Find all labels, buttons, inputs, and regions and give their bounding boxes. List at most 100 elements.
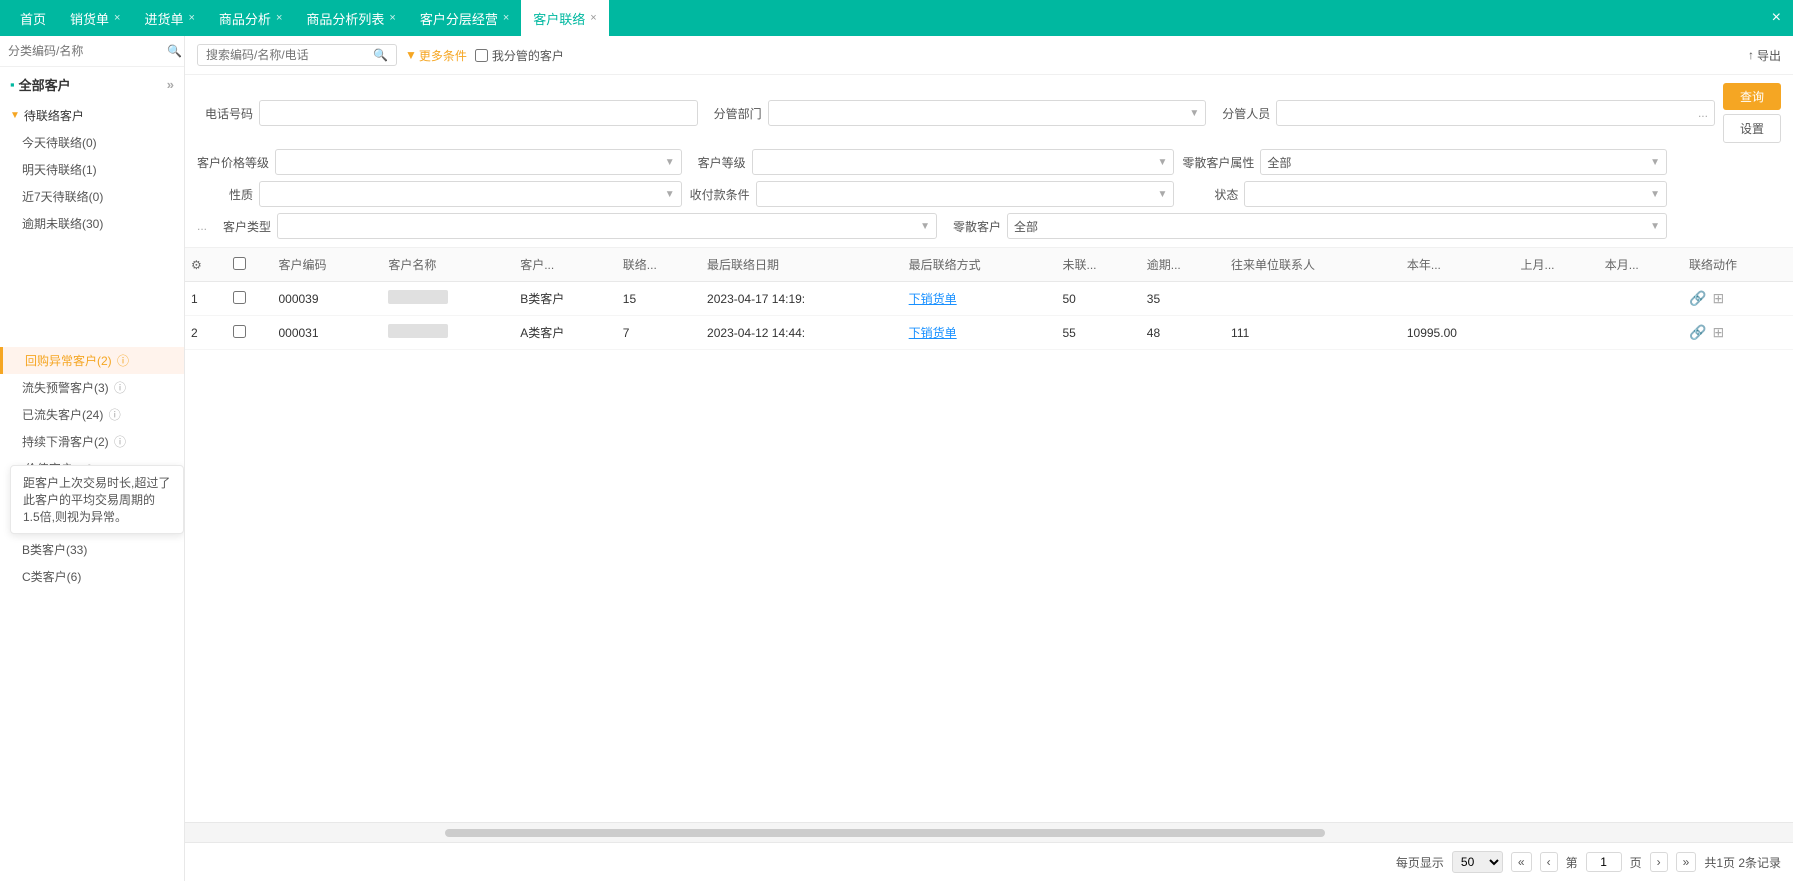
sidebar-collapse-icon[interactable]: » xyxy=(167,77,174,92)
per-page-select[interactable]: 20 50 100 xyxy=(1452,851,1503,873)
phone-label: 电话号码 xyxy=(197,105,253,122)
row2-link-icon[interactable]: 🔗 xyxy=(1689,324,1706,341)
price-grade-select[interactable]: ▼ xyxy=(275,149,682,175)
row1-grid-icon[interactable]: ⊞ xyxy=(1712,290,1724,307)
more-conditions-button[interactable]: ▼ 更多条件 xyxy=(405,47,467,64)
dept-select-arrow: ▼ xyxy=(1189,108,1199,119)
row2-grid-icon[interactable]: ⊞ xyxy=(1712,324,1724,341)
main-search-input[interactable] xyxy=(206,48,373,62)
sidebar-item-continuous-down[interactable]: 持续下滑客户(2) ⓘ xyxy=(0,428,184,455)
customer-type-label: 客户类型 xyxy=(215,218,271,235)
first-page-button[interactable]: « xyxy=(1511,852,1532,872)
nav-purchase-order[interactable]: 进货单 × xyxy=(132,0,206,36)
col-this-month: 本月... xyxy=(1599,248,1683,282)
phone-input[interactable] xyxy=(259,100,698,126)
per-page-label: 每页显示 xyxy=(1396,854,1444,871)
prev-page-button[interactable]: ‹ xyxy=(1540,852,1558,872)
export-button[interactable]: ↑ 导出 xyxy=(1748,47,1781,64)
retail-attr-label: 零散客户属性 xyxy=(1182,154,1254,171)
gender-select[interactable]: ▼ xyxy=(259,181,682,207)
payment-label: 收付款条件 xyxy=(690,186,750,203)
col-last-contact-method: 最后联络方式 xyxy=(903,248,1057,282)
sidebar-group-pending[interactable]: ▼ 待联络客户 xyxy=(0,102,184,129)
sidebar-search-input[interactable] xyxy=(8,44,163,58)
page-number-input[interactable] xyxy=(1586,852,1622,872)
col-customer-type: 客户... xyxy=(514,248,617,282)
row2-index: 2 xyxy=(185,316,227,350)
query-button[interactable]: 查询 xyxy=(1723,83,1781,110)
settings-icon[interactable]: ⚙ xyxy=(191,258,202,272)
nav-sales-order[interactable]: 销货单 × xyxy=(58,0,132,36)
close-product-analysis-icon[interactable]: × xyxy=(276,12,282,24)
content-area: 🔍 ▼ 更多条件 我分管的客户 ↑ 导出 电话号码 xyxy=(185,36,1793,881)
sidebar-search-icon[interactable]: 🔍 xyxy=(167,44,182,58)
close-customer-contact-icon[interactable]: × xyxy=(590,12,596,24)
row2-last-date: 2023-04-12 14:44: xyxy=(701,316,903,350)
tooltip-abnormal: 距客户上次交易时长,超过了此客户的平均交易周期的1.5倍,则视为异常。 xyxy=(10,465,184,534)
total-info: 共1页 2条记录 xyxy=(1704,854,1781,871)
customer-type-select[interactable]: ▼ xyxy=(277,213,937,239)
pagination-bar: 每页显示 20 50 100 « ‹ 第 页 › » 共1页 2条记录 xyxy=(185,842,1793,881)
row1-link-icon[interactable]: 🔗 xyxy=(1689,290,1706,307)
close-customer-tier-icon[interactable]: × xyxy=(503,12,509,24)
retail-customer-select[interactable]: 全部 ▼ xyxy=(1007,213,1667,239)
retail-attr-select[interactable]: 全部 ▼ xyxy=(1260,149,1667,175)
row1-last-method-link[interactable]: 下销货单 xyxy=(909,292,957,306)
sidebar-item-tomorrow-pending[interactable]: 明天待联络(1) xyxy=(0,156,184,183)
my-customer-checkbox-area[interactable]: 我分管的客户 xyxy=(475,47,564,64)
sidebar-item-abnormal-repurchase[interactable]: 回购异常客户(2) ⓘ xyxy=(0,347,184,374)
col-this-year: 本年... xyxy=(1401,248,1515,282)
horizontal-scrollbar[interactable] xyxy=(185,822,1793,842)
select-all-checkbox[interactable] xyxy=(233,257,246,270)
sidebar-all-customers[interactable]: ▪ 全部客户 » xyxy=(0,67,184,102)
col-settings[interactable]: ⚙ xyxy=(185,248,227,282)
row1-select-checkbox[interactable] xyxy=(233,291,246,304)
row1-last-method: 下销货单 xyxy=(903,282,1057,316)
nav-product-analysis-list[interactable]: 商品分析列表 × xyxy=(294,0,407,36)
table-container: ⚙ 客户编码 客户名称 客户... 联络... 最后联络日期 最后联络方式 未联… xyxy=(185,248,1793,822)
row2-name xyxy=(382,316,514,350)
sidebar-item-7day-pending[interactable]: 近7天待联络(0) xyxy=(0,183,184,210)
col-name: 客户名称 xyxy=(382,248,514,282)
nav-home[interactable]: 首页 xyxy=(8,0,58,36)
status-select[interactable]: ▼ xyxy=(1244,181,1667,207)
col-checkbox xyxy=(227,248,273,282)
row1-checkbox xyxy=(227,282,273,316)
sidebar-item-c-class[interactable]: C类客户(6) xyxy=(0,563,184,590)
person-select[interactable]: ... xyxy=(1276,100,1715,126)
close-purchase-order-icon[interactable]: × xyxy=(188,12,194,24)
col-overdue: 逾期... xyxy=(1141,248,1225,282)
main-search-icon[interactable]: 🔍 xyxy=(373,48,388,62)
close-product-analysis-list-icon[interactable]: × xyxy=(389,12,395,24)
customer-grade-select[interactable]: ▼ xyxy=(752,149,1175,175)
dept-label: 分管部门 xyxy=(706,105,762,122)
next-page-button[interactable]: › xyxy=(1650,852,1668,872)
advanced-filter: 电话号码 分管部门 ▼ 分管人员 ... xyxy=(185,75,1793,248)
row1-last-date: 2023-04-17 14:19: xyxy=(701,282,903,316)
sidebar-item-already-lost[interactable]: 已流失客户(24) ⓘ xyxy=(0,401,184,428)
nav-product-analysis[interactable]: 商品分析 × xyxy=(207,0,294,36)
close-all-tabs-button[interactable]: × xyxy=(1772,9,1781,27)
person-select-dots[interactable]: ... xyxy=(1698,106,1708,120)
customer-type-arrow: ▼ xyxy=(920,221,930,232)
sidebar-item-overdue[interactable]: 逾期未联络(30) xyxy=(0,210,184,237)
sidebar-item-lost-predicted[interactable]: 流失预警客户(3) ⓘ xyxy=(0,374,184,401)
more-filters-dots[interactable]: ... xyxy=(197,219,207,233)
gender-label: 性质 xyxy=(197,186,253,203)
col-associated-contact: 往来单位联系人 xyxy=(1225,248,1401,282)
my-customer-checkbox[interactable] xyxy=(475,49,488,62)
settings-button[interactable]: 设置 xyxy=(1723,114,1781,143)
row2-last-method-link[interactable]: 下销货单 xyxy=(909,326,957,340)
sidebar-item-b-class[interactable]: B类客户(33) xyxy=(0,536,184,563)
payment-select[interactable]: ▼ xyxy=(756,181,1175,207)
close-sales-order-icon[interactable]: × xyxy=(114,12,120,24)
row1-assoc-contact xyxy=(1225,282,1401,316)
row1-this-month xyxy=(1599,282,1683,316)
nav-customer-tier[interactable]: 客户分层经营 × xyxy=(408,0,521,36)
nav-customer-contact[interactable]: 客户联络 × xyxy=(521,0,608,36)
price-grade-arrow: ▼ xyxy=(665,157,675,168)
last-page-button[interactable]: » xyxy=(1676,852,1697,872)
dept-select[interactable]: ▼ xyxy=(768,100,1207,126)
row2-select-checkbox[interactable] xyxy=(233,325,246,338)
sidebar-item-today-pending[interactable]: 今天待联络(0) xyxy=(0,129,184,156)
